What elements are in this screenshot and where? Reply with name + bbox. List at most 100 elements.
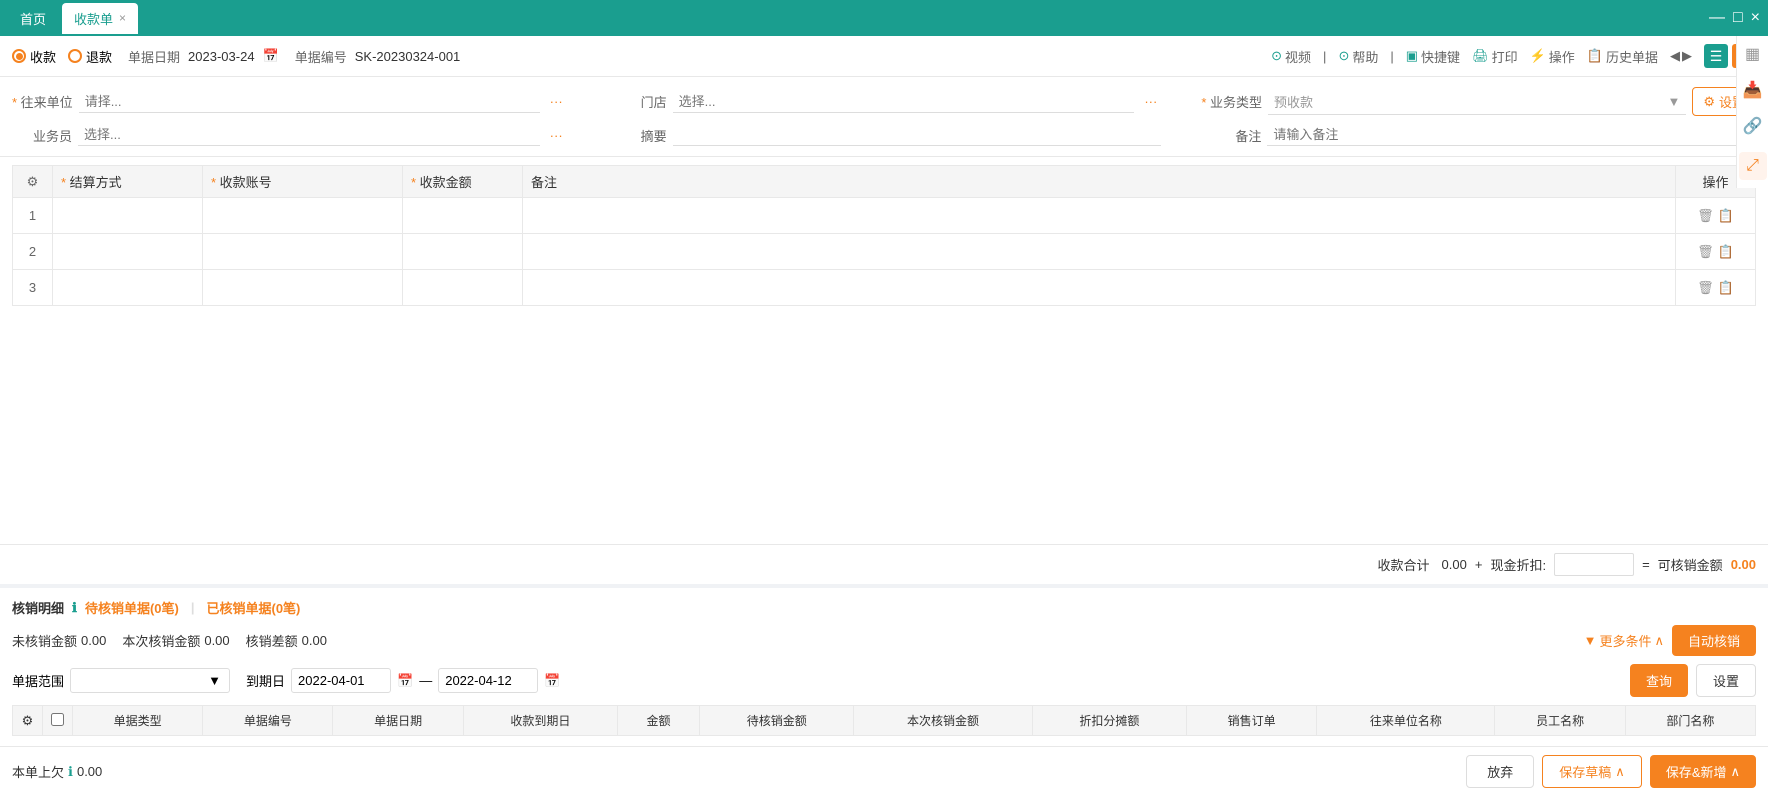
col-dept: 部门名称 [1625,706,1755,736]
video-btn[interactable]: ⊙ 视频 [1271,47,1311,66]
row3-remark[interactable] [523,270,1676,306]
prev-label: 本单上欠 [12,762,64,781]
employee-input[interactable] [78,124,540,146]
tab-completed[interactable]: 已核销单据(0笔) [207,598,301,617]
auto-cancel-btn[interactable]: 自动核销 [1672,625,1756,656]
row1-delete-icon[interactable]: 🗑 [1697,208,1714,224]
table-row: 2 🗑 📋 [13,234,1756,270]
col-sales-order: 销售订单 [1186,706,1316,736]
footer-info-icon[interactable]: ℹ [68,764,73,780]
panel-stats: 未核销金额 0.00 本次核销金额 0.00 核销差额 0.00 ▼ 更多条件 … [12,625,1756,656]
row3-settlement[interactable] [53,270,203,306]
row2-copy-icon[interactable]: 📋 [1718,244,1734,260]
tab-pending[interactable]: 待核销单据(0笔) [85,598,179,617]
print-btn[interactable]: 🖨 打印 [1472,47,1518,66]
row2-amount[interactable] [403,234,523,270]
range-select[interactable]: ▼ [70,668,230,693]
employee-more-btn[interactable]: ··· [546,128,567,143]
row1-amount[interactable] [403,198,523,234]
employee-field: 业务员 ··· [12,124,567,146]
receipt-label: 收款 [30,47,56,66]
date-dash: — [419,673,432,688]
history-label: 历史单据 [1606,47,1658,66]
partner-more-btn[interactable]: ··· [546,94,567,109]
sidebar-inbox-icon[interactable]: 📥 [1743,80,1763,100]
store-input[interactable] [673,91,1135,113]
row3-delete-icon[interactable]: 🗑 [1697,280,1714,296]
window-controls: — □ × [1709,9,1760,27]
query-btn[interactable]: 查询 [1630,664,1688,697]
bottom-table-settings-icon[interactable]: ⚙ [22,713,34,728]
history-btn[interactable]: 📋 历史单据 [1587,47,1658,66]
due-label: 到期日 [246,671,285,690]
table-row: 1 🗑 📋 [13,198,1756,234]
toolbar-right-actions: ⊙ 视频 | ⊙ 帮助 | ▣ 快捷键 🖨 打印 ⚡ 操作 📋 [1271,44,1756,68]
sidebar-table-icon[interactable]: ▦ [1745,44,1760,64]
close-window-icon[interactable]: × [1751,9,1760,27]
panel-info-icon[interactable]: ℹ [72,600,77,616]
select-all-checkbox[interactable] [51,713,64,726]
date-to-input[interactable] [438,668,538,693]
discount-input[interactable] [1554,553,1634,576]
uncancelled-value: 0.00 [81,633,106,648]
partner-input[interactable] [79,91,540,113]
row3-account[interactable] [203,270,403,306]
calendar-icon[interactable]: 📅 [263,48,279,64]
more-conditions-btn[interactable]: ▼ 更多条件 ∧ [1584,631,1664,650]
total-label: 收款合计 [1378,555,1430,574]
row2-actions: 🗑 📋 [1684,244,1747,260]
footer-right: 放弃 保存草稿 ∧ 保存&新增 ∧ [1466,755,1756,788]
date-from-input[interactable] [291,668,391,693]
help-btn[interactable]: ⊙ 帮助 [1338,47,1378,66]
save-draft-btn[interactable]: 保存草稿 ∧ [1542,755,1642,788]
store-label: 门店 [607,92,667,111]
table-settings-icon[interactable]: ⚙ [27,174,39,189]
receipt-radio[interactable]: 收款 [12,47,56,66]
row1-remark[interactable] [523,198,1676,234]
cal-to-icon[interactable]: 📅 [544,673,560,689]
row2-remark[interactable] [523,234,1676,270]
next-arrow[interactable]: ▶ [1682,48,1692,64]
sidebar-expand-icon[interactable]: ⤢ [1739,152,1767,180]
filter-icon: ▼ [1584,633,1597,648]
actions-icon: ⚡ [1530,48,1546,64]
discard-btn[interactable]: 放弃 [1466,755,1534,788]
tab-home[interactable]: 首页 [8,3,58,34]
save-new-arrow-icon: ∧ [1730,764,1740,780]
summary-field: 摘要 [607,124,1162,146]
refund-radio[interactable]: 退款 [68,47,112,66]
col-current: 本次核销金额 [854,706,1032,736]
col-doc-no: 单据编号 [203,706,333,736]
cal-from-icon[interactable]: 📅 [397,673,413,689]
maximize-icon[interactable]: □ [1733,9,1743,27]
row1-account[interactable] [203,198,403,234]
filter-row: 单据范围 ▼ 到期日 📅 — 📅 查询 设置 [12,664,1756,697]
summary-input[interactable] [673,124,1162,146]
tab-active-receipt[interactable]: 收款单 × [62,3,138,34]
range-arrow-icon: ▼ [208,673,221,688]
save-new-btn[interactable]: 保存&新增 ∧ [1650,755,1756,788]
row2-settlement[interactable] [53,234,203,270]
row-num-1: 1 [13,198,53,234]
col-partner: 往来单位名称 [1317,706,1495,736]
separator1: | [1323,49,1326,64]
tab-close-icon[interactable]: × [119,11,126,25]
list-view-icon[interactable]: ☰ [1704,44,1728,68]
col-settlement: 结算方式 [53,166,203,198]
shortcut-btn[interactable]: ▣ 快捷键 [1406,47,1460,66]
settings-panel-btn[interactable]: 设置 [1696,664,1756,697]
business-type-select[interactable]: 预收款 ▼ [1268,89,1686,115]
row2-delete-icon[interactable]: 🗑 [1697,244,1714,260]
row1-copy-icon[interactable]: 📋 [1718,208,1734,224]
row3-amount[interactable] [403,270,523,306]
remark-input[interactable] [1267,124,1756,146]
sidebar-link-icon[interactable]: 🔗 [1743,116,1763,136]
minimize-icon[interactable]: — [1709,9,1725,27]
row1-settlement[interactable] [53,198,203,234]
actions-btn[interactable]: ⚡ 操作 [1530,47,1575,66]
row2-account[interactable] [203,234,403,270]
row3-copy-icon[interactable]: 📋 [1718,280,1734,296]
prev-arrow[interactable]: ◀ [1670,48,1680,64]
store-more-btn[interactable]: ··· [1140,94,1161,109]
tab-active-label: 收款单 [74,9,113,28]
